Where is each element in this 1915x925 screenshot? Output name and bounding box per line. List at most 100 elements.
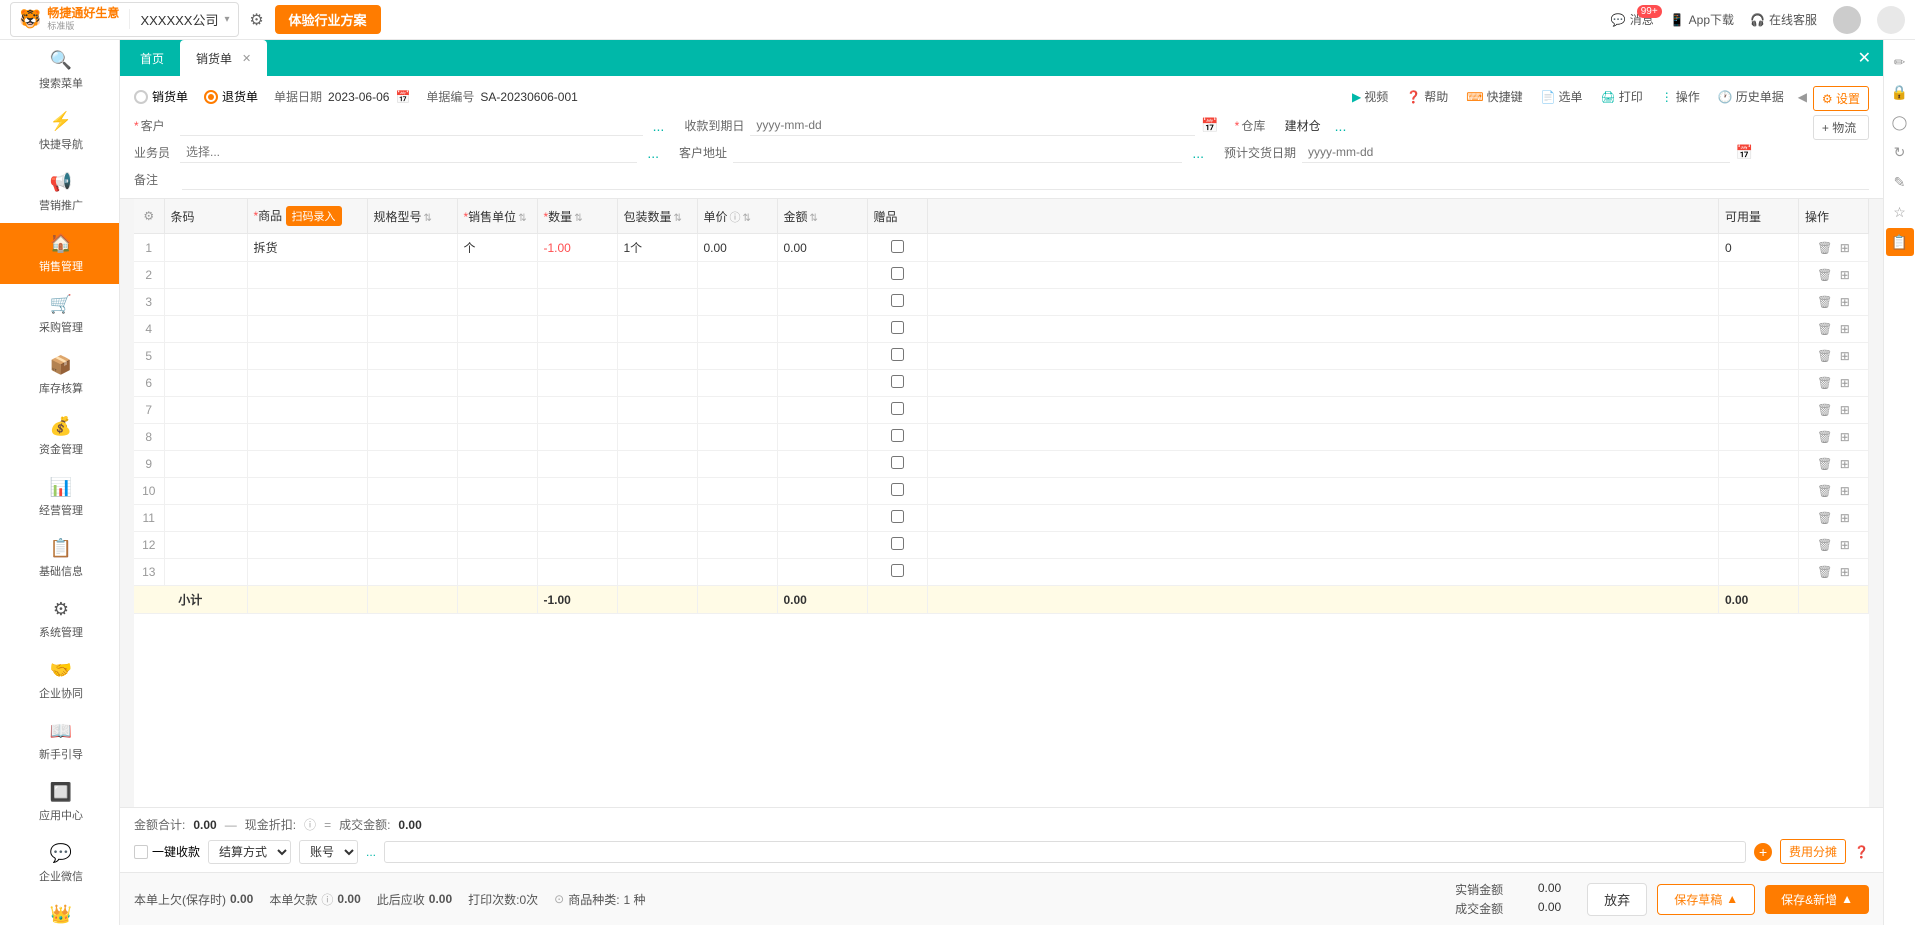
cell-pkg-qty[interactable] [617, 262, 697, 289]
cell-quantity[interactable] [537, 262, 617, 289]
settings-button[interactable]: ⚙ 设置 [1813, 86, 1869, 111]
cell-pkg-qty[interactable] [617, 532, 697, 559]
table-settings-icon[interactable]: ⚙ [143, 209, 154, 223]
toolbar-help[interactable]: ❓ 帮助 [1402, 86, 1452, 107]
cell-unit[interactable] [457, 316, 537, 343]
cell-spec[interactable] [367, 505, 457, 532]
sidebar-item-shortcut[interactable]: ⚡ 快捷导航 [0, 101, 119, 162]
delete-icon[interactable]: 🗑 [1817, 349, 1832, 363]
cell-amount[interactable] [777, 505, 867, 532]
cell-barcode[interactable] [164, 262, 247, 289]
copy-icon[interactable]: ⊞ [1840, 538, 1850, 552]
cell-quantity[interactable] [537, 532, 617, 559]
cell-quantity[interactable] [537, 505, 617, 532]
cell-price[interactable] [697, 397, 777, 424]
customer-dots[interactable]: ... [649, 118, 669, 134]
delete-icon[interactable]: 🗑 [1817, 295, 1832, 309]
wuliu-button[interactable]: + 物流 [1813, 115, 1869, 140]
sidebar-item-operations[interactable]: 📊 经营管理 [0, 467, 119, 528]
cell-gift[interactable] [867, 234, 927, 262]
cell-barcode[interactable] [164, 316, 247, 343]
right-icon-star[interactable]: ☆ [1886, 198, 1914, 226]
cell-gift[interactable] [867, 316, 927, 343]
trial-button[interactable]: 体验行业方案 [275, 5, 381, 34]
sidebar-item-enterprise[interactable]: 🤝 企业协同 [0, 650, 119, 711]
cell-price[interactable] [697, 343, 777, 370]
cell-unit[interactable] [457, 343, 537, 370]
cell-product[interactable]: 拆货 [247, 234, 367, 262]
sidebar-item-system[interactable]: ⚙ 系统管理 [0, 589, 119, 650]
delete-icon[interactable]: 🗑 [1817, 403, 1832, 417]
cell-price[interactable] [697, 289, 777, 316]
cell-gift[interactable] [867, 289, 927, 316]
toolbar-operate[interactable]: ⋮ 操作 [1657, 86, 1704, 107]
cell-gift[interactable] [867, 397, 927, 424]
settlement-method-select[interactable]: 结算方式 [208, 840, 291, 864]
cell-quantity[interactable] [537, 397, 617, 424]
cell-spec[interactable] [367, 532, 457, 559]
cell-amount[interactable] [777, 424, 867, 451]
cell-pkg-qty[interactable] [617, 451, 697, 478]
cell-amount[interactable] [777, 532, 867, 559]
tab-sales-order[interactable]: 销货单 ✕ [180, 40, 267, 76]
cell-quantity[interactable] [537, 316, 617, 343]
cell-unit[interactable] [457, 451, 537, 478]
cell-pkg-qty[interactable] [617, 424, 697, 451]
cell-gift[interactable] [867, 478, 927, 505]
cell-gift[interactable] [867, 532, 927, 559]
delete-icon[interactable]: 🗑 [1817, 484, 1832, 498]
cell-gift[interactable] [867, 505, 927, 532]
avatar-extra[interactable] [1877, 6, 1905, 34]
cell-unit[interactable]: 个 [457, 234, 537, 262]
cell-barcode[interactable] [164, 532, 247, 559]
right-icon-circle[interactable]: ◯ [1886, 108, 1914, 136]
cell-barcode[interactable] [164, 505, 247, 532]
cell-quantity[interactable] [537, 559, 617, 586]
due-date-calendar-icon[interactable]: 📅 [1201, 117, 1218, 134]
sidebar-item-basic[interactable]: 📋 基础信息 [0, 528, 119, 589]
cell-barcode[interactable] [164, 397, 247, 424]
cell-unit[interactable] [457, 370, 537, 397]
copy-icon[interactable]: ⊞ [1840, 241, 1850, 255]
sidebar-item-search[interactable]: 🔍 搜索菜单 [0, 40, 119, 101]
cell-pkg-qty[interactable]: 1个 [617, 234, 697, 262]
cell-unit[interactable] [457, 478, 537, 505]
dots-icon[interactable]: ... [366, 845, 376, 859]
cell-price[interactable] [697, 424, 777, 451]
message-item[interactable]: 💬 消息 99+ [1611, 11, 1654, 28]
copy-icon[interactable]: ⊞ [1840, 430, 1850, 444]
customer-input[interactable] [180, 115, 643, 136]
toolbar-shortcut[interactable]: ⌨ 快捷键 [1462, 86, 1526, 107]
cell-price[interactable] [697, 478, 777, 505]
cell-product[interactable] [247, 451, 367, 478]
cell-pkg-qty[interactable] [617, 397, 697, 424]
copy-icon[interactable]: ⊞ [1840, 565, 1850, 579]
copy-icon[interactable]: ⊞ [1840, 268, 1850, 282]
app-download-item[interactable]: 📱 App下载 [1670, 11, 1734, 28]
cell-spec[interactable] [367, 262, 457, 289]
cell-amount[interactable]: 0.00 [777, 234, 867, 262]
cell-amount[interactable] [777, 289, 867, 316]
sidebar-item-apps[interactable]: 🔲 应用中心 [0, 772, 119, 833]
sidebar-item-sales[interactable]: 🏠 销售管理 [0, 223, 119, 284]
avatar[interactable] [1833, 6, 1861, 34]
sidebar-item-member[interactable]: 👑 畅会员 [0, 894, 119, 925]
cell-product[interactable] [247, 424, 367, 451]
right-icon-edit[interactable]: ✏ [1886, 48, 1914, 76]
cell-quantity[interactable] [537, 343, 617, 370]
delete-icon[interactable]: 🗑 [1817, 457, 1832, 471]
toolbar-video[interactable]: ▶ 视频 [1348, 86, 1392, 107]
sidebar-item-wechat[interactable]: 💬 企业微信 [0, 833, 119, 894]
cell-unit[interactable] [457, 397, 537, 424]
close-tab-icon[interactable]: ✕ [242, 52, 251, 65]
cell-barcode[interactable] [164, 559, 247, 586]
toolbar-print[interactable]: 🖨 打印 [1597, 86, 1647, 107]
radio-sales[interactable]: 销货单 [134, 88, 188, 105]
sidebar-item-marketing[interactable]: 📢 营销推广 [0, 162, 119, 223]
copy-icon[interactable]: ⊞ [1840, 403, 1850, 417]
copy-icon[interactable]: ⊞ [1840, 484, 1850, 498]
cell-gift[interactable] [867, 262, 927, 289]
cell-pkg-qty[interactable] [617, 559, 697, 586]
cell-unit[interactable] [457, 289, 537, 316]
delete-icon[interactable]: 🗑 [1817, 241, 1832, 255]
